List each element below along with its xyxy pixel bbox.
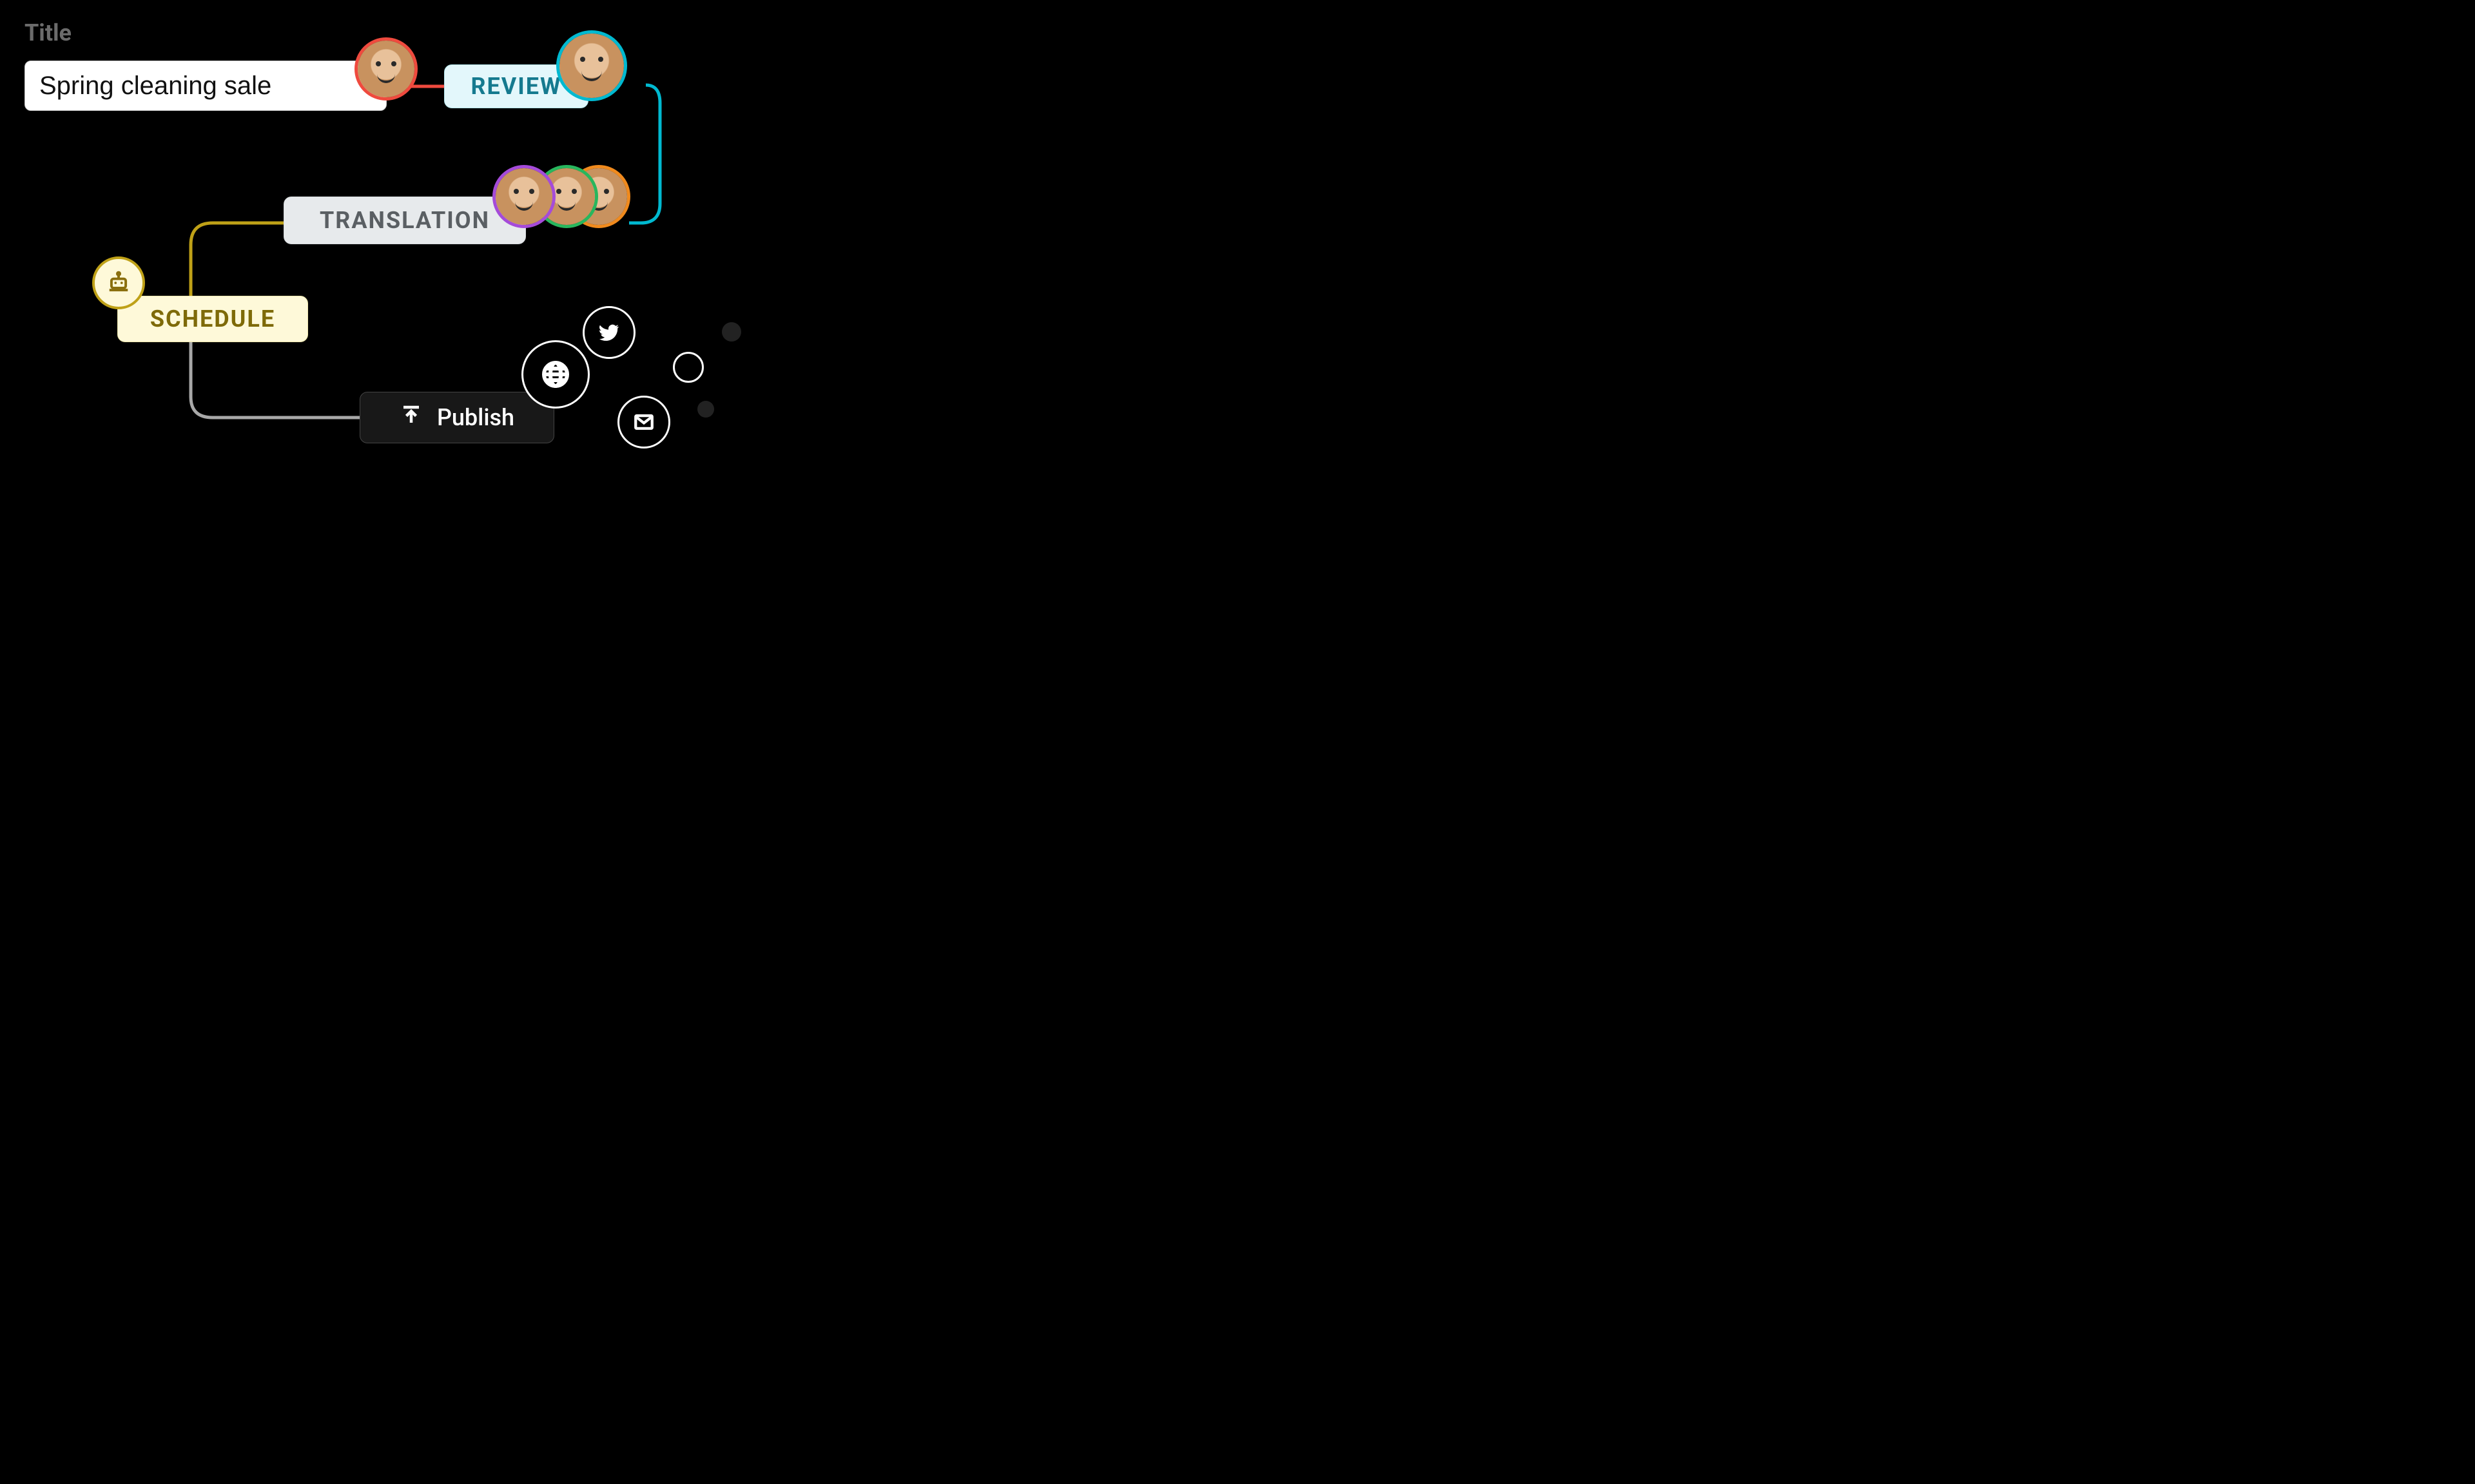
- publish-node[interactable]: Publish: [360, 392, 554, 443]
- robot-icon: [92, 256, 145, 309]
- globe-icon[interactable]: [521, 340, 590, 409]
- translator-avatar-1: [492, 165, 556, 228]
- destination-dot-large: [673, 352, 704, 383]
- author-avatar: [354, 37, 418, 101]
- schedule-node[interactable]: SCHEDULE: [117, 296, 308, 342]
- reviewer-avatar: [556, 30, 627, 101]
- destination-dot-1: [722, 322, 741, 342]
- twitter-icon[interactable]: [583, 306, 636, 359]
- title-input[interactable]: [24, 61, 387, 111]
- destination-dot-2: [697, 401, 714, 418]
- mail-icon[interactable]: [617, 396, 670, 448]
- upload-icon: [400, 403, 423, 432]
- translation-node[interactable]: TRANSLATION: [284, 197, 526, 244]
- publish-label: Publish: [437, 404, 514, 431]
- workflow-diagram: Title REVIEW TRANSLATION SCHEDULE Publis…: [0, 0, 969, 587]
- title-label: Title: [24, 19, 72, 46]
